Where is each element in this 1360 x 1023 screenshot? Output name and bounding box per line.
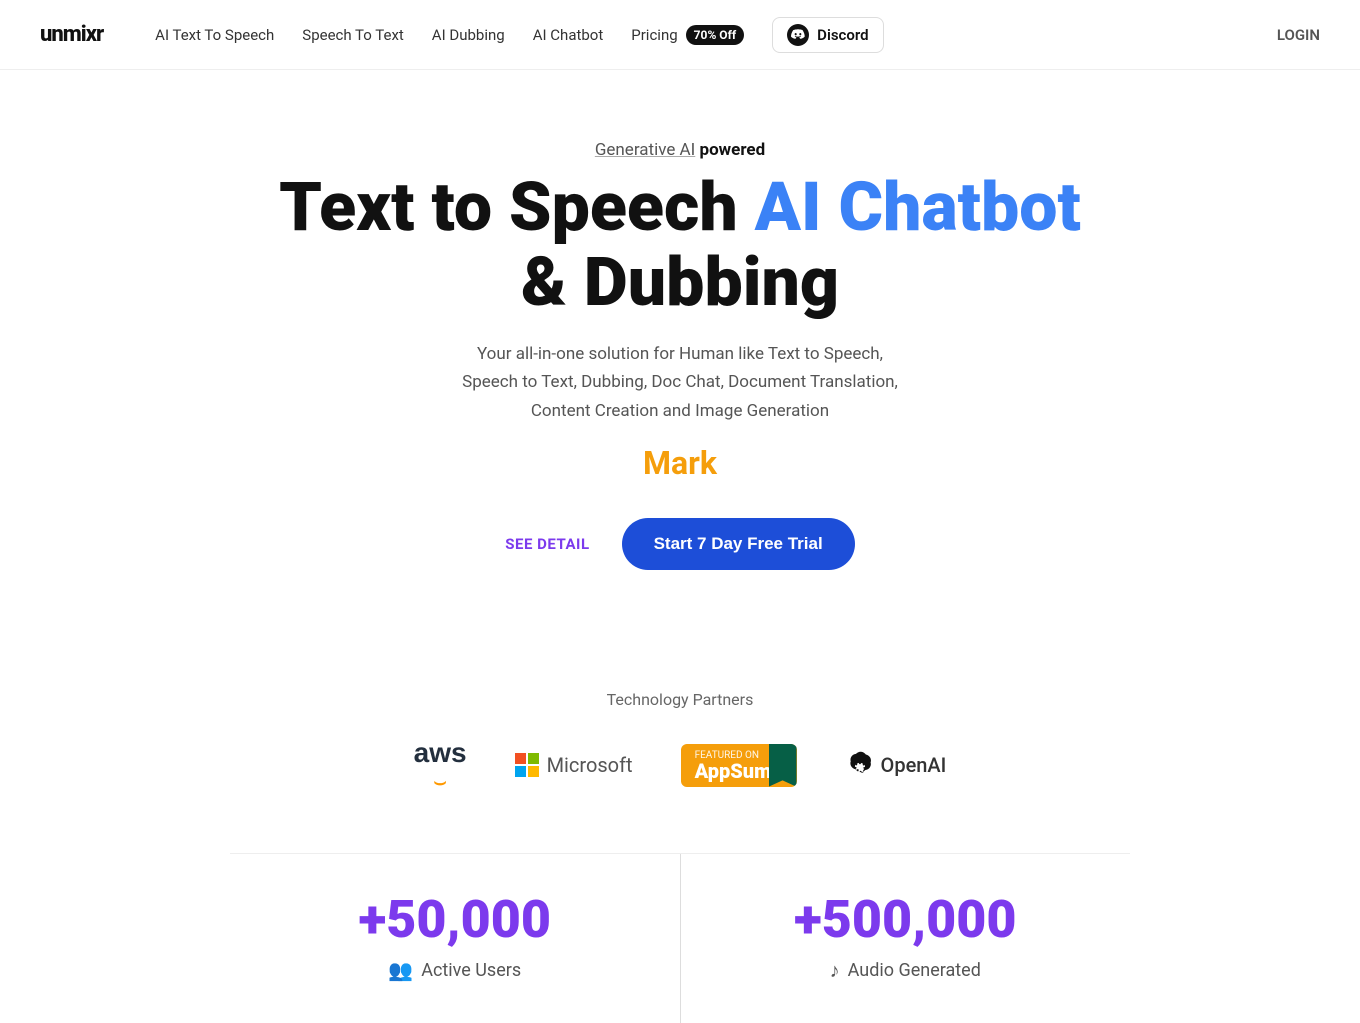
active-users-number: +50,000: [250, 894, 660, 946]
aws-logo: aws ⌣: [414, 737, 467, 793]
audio-icon: ♪: [830, 958, 840, 983]
partners-title: Technology Partners: [40, 690, 1320, 709]
ms-square-green: [528, 753, 539, 764]
openai-logo: OpenAI: [845, 751, 947, 779]
pricing-badge: 70% Off: [686, 25, 745, 45]
ms-square-yellow: [528, 766, 539, 777]
nav-speech-to-text[interactable]: Speech To Text: [302, 26, 404, 44]
ms-square-red: [515, 753, 526, 764]
openai-icon: [845, 751, 873, 779]
nav-pricing-wrapper: Pricing 70% Off: [631, 25, 744, 45]
appsumo-bookmark-icon: [769, 744, 797, 787]
microsoft-squares-icon: [515, 753, 539, 777]
hero-subtitle: Generative AI powered: [270, 140, 1090, 160]
hero-title: Text to Speech AI Chatbot & Dubbing: [270, 170, 1090, 320]
hero-actions: SEE DETAIL Start 7 Day Free Trial: [270, 518, 1090, 570]
nav-ai-dubbing[interactable]: AI Dubbing: [432, 26, 505, 44]
hero-description: Your all-in-one solution for Human like …: [270, 340, 1090, 427]
trial-button[interactable]: Start 7 Day Free Trial: [622, 518, 855, 570]
hero-subtitle-underline: Generative AI: [595, 140, 695, 160]
hero-title-part2: & Dubbing: [521, 242, 839, 322]
discord-icon: [787, 24, 809, 46]
hero-subtitle-powered: powered: [700, 140, 766, 160]
nav-links: AI Text To Speech Speech To Text AI Dubb…: [155, 17, 1245, 53]
microsoft-name: Microsoft: [547, 753, 633, 777]
openai-name: OpenAI: [881, 753, 947, 777]
aws-arrow-icon: ⌣: [434, 769, 447, 793]
discord-label: Discord: [817, 26, 868, 44]
logo[interactable]: unmixr: [40, 22, 103, 47]
hero-name: Mark: [270, 444, 1090, 482]
active-users-label: 👥 Active Users: [250, 958, 660, 982]
ms-square-blue: [515, 766, 526, 777]
login-button[interactable]: LOGIN: [1277, 26, 1320, 44]
aws-text: aws: [414, 737, 467, 769]
partners-section: Technology Partners aws ⌣ Microsoft FEAT…: [0, 670, 1360, 833]
hero-title-part1: Text to Speech: [279, 167, 755, 247]
stat-audio-generated: +500,000 ♪ Audio Generated: [681, 854, 1131, 1023]
navbar: unmixr AI Text To Speech Speech To Text …: [0, 0, 1360, 70]
appsumo-logo: FEATURED ON AppSumo: [681, 744, 797, 787]
users-icon: 👥: [388, 958, 413, 982]
stats-section: +50,000 👥 Active Users +500,000 ♪ Audio …: [230, 853, 1130, 1023]
hero-section: Generative AI powered Text to Speech AI …: [230, 70, 1130, 670]
partners-logos: aws ⌣ Microsoft FEATURED ON AppSumo Open…: [40, 737, 1320, 793]
discord-button[interactable]: Discord: [772, 17, 883, 53]
audio-generated-number: +500,000: [701, 894, 1111, 946]
active-users-text: Active Users: [421, 960, 521, 981]
nav-ai-text-to-speech[interactable]: AI Text To Speech: [155, 26, 274, 44]
see-detail-link[interactable]: SEE DETAIL: [505, 535, 589, 553]
nav-pricing[interactable]: Pricing: [631, 26, 677, 44]
microsoft-logo: Microsoft: [515, 753, 633, 777]
audio-generated-label: ♪ Audio Generated: [701, 958, 1111, 983]
audio-generated-text: Audio Generated: [848, 960, 981, 981]
appsumo-featured-on: FEATURED ON: [695, 750, 759, 761]
hero-title-highlight: AI Chatbot: [755, 167, 1081, 247]
nav-ai-chatbot[interactable]: AI Chatbot: [533, 26, 604, 44]
stat-active-users: +50,000 👥 Active Users: [230, 854, 681, 1023]
